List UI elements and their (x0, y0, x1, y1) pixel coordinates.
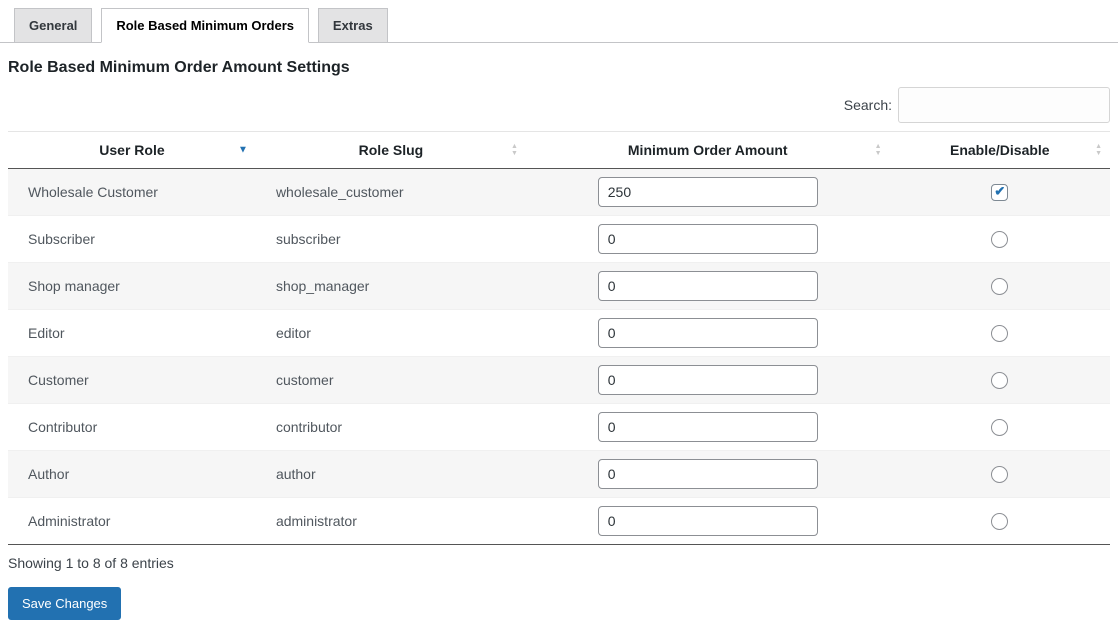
minimum-order-amount-cell (525, 215, 890, 263)
table-row: Administrator administrator (8, 497, 1110, 545)
minimum-order-amount-input[interactable] (597, 459, 818, 489)
search-input[interactable] (898, 87, 1110, 123)
table-row: Editor editor (8, 309, 1110, 357)
enable-disable-checkbox[interactable] (991, 230, 1009, 248)
sort-desc-icon: ▼ (510, 150, 518, 157)
user-role-cell: Contributor (8, 403, 256, 451)
sort-asc-icon: ▲ (510, 143, 518, 150)
tab-role-based-minimum-orders[interactable]: Role Based Minimum Orders (101, 8, 310, 43)
enable-disable-cell (889, 497, 1110, 545)
minimum-order-amount-cell (525, 450, 890, 498)
role-slug-cell: subscriber (255, 215, 526, 263)
user-role-cell: Customer (8, 356, 256, 404)
sort-icon: ▲ ▼ (875, 143, 882, 157)
user-role-cell: Shop manager (8, 262, 256, 310)
enable-disable-cell (889, 356, 1110, 404)
user-role-cell: Wholesale Customer (8, 168, 256, 216)
enable-disable-cell (889, 309, 1110, 357)
minimum-order-amount-input[interactable] (597, 177, 818, 207)
minimum-order-amount-cell (525, 262, 890, 310)
column-header-user-role[interactable]: User Role ▼ (8, 131, 256, 169)
minimum-order-amount-input[interactable] (597, 506, 818, 536)
role-slug-cell: administrator (255, 497, 526, 545)
minimum-order-amount-input[interactable] (597, 318, 818, 348)
minimum-order-amount-cell (525, 356, 890, 404)
column-label-role-slug: Role Slug (358, 142, 424, 158)
table-info: Showing 1 to 8 of 8 entries (8, 555, 174, 571)
enable-disable-checkbox[interactable] (991, 512, 1009, 530)
tab-general[interactable]: General (14, 8, 93, 43)
enable-disable-cell (889, 262, 1110, 310)
sort-icon: ▲ ▼ (1095, 143, 1102, 157)
role-slug-cell: shop_manager (255, 262, 526, 310)
role-slug-cell: wholesale_customer (255, 168, 526, 216)
enable-disable-checkbox[interactable] (991, 371, 1009, 389)
minimum-order-amount-cell (525, 309, 890, 357)
user-role-cell: Editor (8, 309, 256, 357)
table-row: Customer customer (8, 356, 1110, 404)
enable-disable-checkbox[interactable] (991, 465, 1009, 483)
enable-disable-cell (889, 450, 1110, 498)
minimum-order-amount-input[interactable] (597, 412, 818, 442)
table-row: Author author (8, 450, 1110, 498)
column-header-role-slug[interactable]: Role Slug ▲ ▼ (255, 131, 526, 169)
header-row: User Role ▼ Role Slug ▲ ▼ Minimum Order … (8, 131, 1110, 169)
role-settings-table: User Role ▼ Role Slug ▲ ▼ Minimum Order … (8, 131, 1110, 545)
enable-disable-checkbox[interactable] (991, 277, 1009, 295)
column-label-enable-disable: Enable/Disable (949, 142, 1050, 158)
sort-asc-icon: ▲ (874, 143, 882, 150)
column-header-minimum-order-amount[interactable]: Minimum Order Amount ▲ ▼ (525, 131, 890, 169)
minimum-order-amount-input[interactable] (597, 271, 818, 301)
enable-disable-checkbox[interactable] (991, 324, 1009, 342)
enable-disable-cell (889, 215, 1110, 263)
sort-desc-icon: ▼ (1095, 150, 1102, 157)
sort-icon: ▲ ▼ (511, 143, 518, 157)
enable-disable-checkbox[interactable] (991, 183, 1009, 201)
user-role-cell: Author (8, 450, 256, 498)
content-area: Role Based Minimum Order Amount Settings… (0, 59, 1118, 620)
column-header-enable-disable[interactable]: Enable/Disable ▲ ▼ (889, 131, 1110, 169)
tab-bar: General Role Based Minimum Orders Extras (0, 0, 1118, 43)
minimum-order-amount-cell (525, 168, 890, 216)
role-slug-cell: contributor (255, 403, 526, 451)
table-row: Subscriber subscriber (8, 215, 1110, 263)
table-row: Wholesale Customer wholesale_customer (8, 168, 1110, 216)
tab-extras[interactable]: Extras (317, 8, 388, 43)
role-slug-cell: author (255, 450, 526, 498)
role-slug-cell: editor (255, 309, 526, 357)
table-body: Wholesale Customer wholesale_customer Su… (8, 168, 1110, 545)
sort-asc-icon: ▲ (1095, 143, 1102, 150)
sort-desc-icon: ▼ (874, 150, 882, 157)
minimum-order-amount-input[interactable] (597, 224, 818, 254)
user-role-cell: Subscriber (8, 215, 256, 263)
table-row: Shop manager shop_manager (8, 262, 1110, 310)
role-slug-cell: customer (255, 356, 526, 404)
page-title: Role Based Minimum Order Amount Settings (8, 59, 350, 76)
column-label-minimum-order-amount: Minimum Order Amount (627, 142, 788, 158)
sort-desc-icon: ▼ (238, 144, 248, 156)
enable-disable-cell (889, 168, 1110, 216)
save-changes-button[interactable]: Save Changes (8, 587, 122, 620)
table-row: Contributor contributor (8, 403, 1110, 451)
enable-disable-checkbox[interactable] (991, 418, 1009, 436)
column-label-user-role: User Role (99, 142, 165, 158)
enable-disable-cell (889, 403, 1110, 451)
search-row: Search: (8, 87, 1110, 123)
user-role-cell: Administrator (8, 497, 256, 545)
minimum-order-amount-cell (525, 403, 890, 451)
minimum-order-amount-cell (525, 497, 890, 545)
search-label: Search: (843, 97, 892, 113)
minimum-order-amount-input[interactable] (597, 365, 818, 395)
table-header: User Role ▼ Role Slug ▲ ▼ Minimum Order … (8, 131, 1110, 169)
